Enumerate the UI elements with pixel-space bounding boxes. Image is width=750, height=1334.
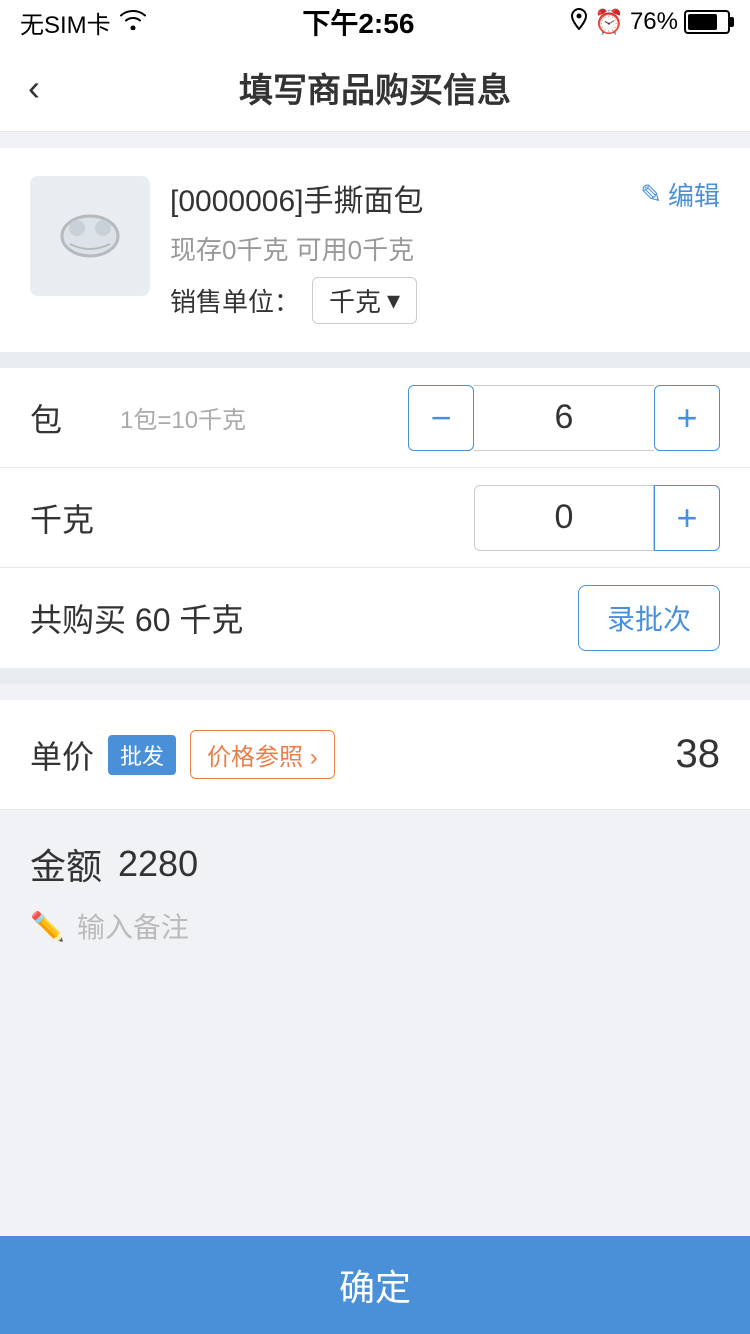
bao-plus-button[interactable]: +: [654, 385, 720, 451]
back-button[interactable]: ‹: [28, 67, 40, 109]
bao-label: 包: [30, 395, 110, 441]
total-row: 共购买 60 千克 录批次: [0, 568, 750, 668]
alarm-icon: ⏰: [594, 8, 624, 37]
price-ref-button[interactable]: 价格参照 ›: [190, 730, 335, 779]
amount-label: 金额: [30, 838, 102, 890]
kg-plus-button[interactable]: +: [654, 485, 720, 551]
price-value: 38: [676, 732, 721, 777]
kg-quantity-input[interactable]: [474, 485, 654, 551]
kg-label: 千克: [30, 495, 110, 541]
note-placeholder: 输入备注: [77, 906, 189, 946]
section-divider-1: [0, 352, 750, 368]
kg-quantity-control: +: [474, 485, 720, 551]
price-label: 单价: [30, 732, 94, 778]
price-row: 单价 批发 价格参照 › 38: [0, 700, 750, 810]
unit-dropdown-icon: ▾: [387, 285, 400, 316]
amount-value: 2280: [118, 843, 198, 885]
product-stock: 现存0千克 可用0千克: [170, 230, 720, 267]
product-name: [0000006]手撕面包: [170, 176, 720, 220]
battery-percent: 76%: [630, 8, 678, 36]
edit-label: 编辑: [668, 176, 720, 213]
unit-select[interactable]: 千克 ▾: [312, 277, 417, 324]
status-right: ⏰ 76%: [570, 8, 730, 37]
note-row[interactable]: ✏️ 输入备注: [30, 906, 720, 946]
unit-value: 千克: [329, 282, 381, 319]
price-section: 单价 批发 价格参照 › 38: [0, 700, 750, 810]
nav-bar: ‹ 填写商品购买信息: [0, 44, 750, 132]
section-divider-2: [0, 668, 750, 684]
status-left: 无SIM卡: [20, 5, 147, 40]
amount-section: 金额 2280 ✏️ 输入备注: [0, 810, 750, 966]
confirm-button[interactable]: 确定: [0, 1236, 750, 1334]
status-bar: 无SIM卡 下午2:56 ⏰ 76%: [0, 0, 750, 44]
note-icon: ✏️: [30, 910, 65, 943]
page-title: 填写商品购买信息: [239, 63, 511, 112]
price-tag: 批发: [108, 735, 176, 775]
location-icon: [570, 8, 588, 37]
amount-row: 金额 2280: [30, 838, 720, 890]
edit-icon: ✎: [640, 179, 662, 210]
unit-label: 销售单位：: [170, 282, 300, 319]
edit-button[interactable]: ✎ 编辑: [640, 176, 720, 213]
product-info: [0000006]手撕面包 现存0千克 可用0千克 销售单位： 千克 ▾: [170, 176, 720, 324]
carrier-text: 无SIM卡: [20, 5, 111, 40]
battery-icon: [684, 10, 730, 34]
product-image: [30, 176, 150, 296]
kg-row: 千克 +: [0, 468, 750, 568]
bao-minus-button[interactable]: −: [408, 385, 474, 451]
wifi-icon: [119, 8, 147, 37]
batch-button[interactable]: 录批次: [578, 585, 720, 651]
input-section: 包 1包=10千克 − + 千克 + 共购买 60 千克 录批次: [0, 368, 750, 668]
bao-quantity-input[interactable]: [474, 385, 654, 451]
product-card: [0000006]手撕面包 现存0千克 可用0千克 销售单位： 千克 ▾ ✎ 编…: [0, 148, 750, 352]
bao-quantity-control: − +: [408, 385, 720, 451]
total-label: 共购买 60 千克: [30, 595, 243, 641]
bao-row: 包 1包=10千克 − +: [0, 368, 750, 468]
status-time: 下午2:56: [302, 2, 414, 42]
product-unit-row: 销售单位： 千克 ▾: [170, 277, 720, 324]
bottom-area: [0, 966, 750, 1266]
bao-sublabel: 1包=10千克: [120, 400, 408, 435]
